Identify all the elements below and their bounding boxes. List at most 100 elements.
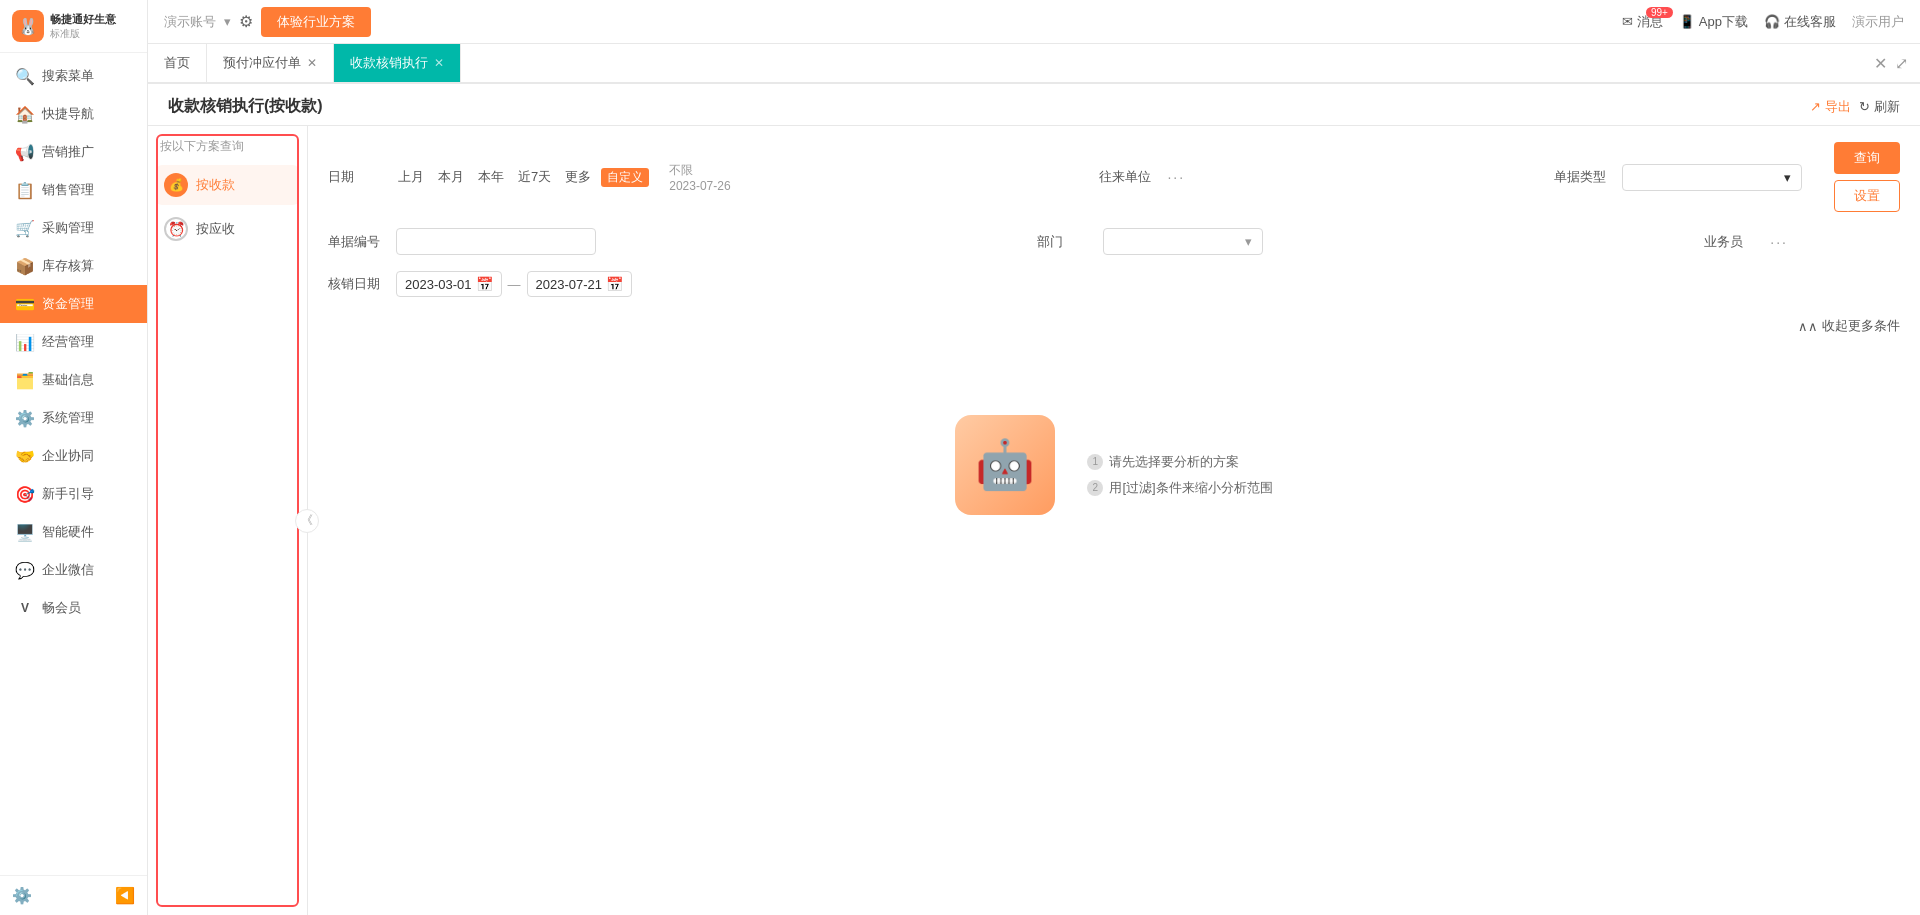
sidebar-item-system[interactable]: ⚙️ 系统管理 bbox=[0, 399, 147, 437]
tip-num-1: 1 bbox=[1087, 454, 1103, 470]
dept-select[interactable]: ▾ bbox=[1103, 228, 1263, 255]
sidebar-item-sales[interactable]: 📋 销售管理 bbox=[0, 171, 147, 209]
date-more[interactable]: 更多 bbox=[561, 166, 595, 188]
date-hint-val: 2023-07-26 bbox=[669, 179, 730, 193]
verify-start-value: 2023-03-01 bbox=[405, 277, 472, 292]
tab-collection[interactable]: 收款核销执行 ✕ bbox=[334, 44, 461, 82]
calendar-end-icon[interactable]: 📅 bbox=[606, 276, 623, 292]
tab-prepay[interactable]: 预付冲应付单 ✕ bbox=[207, 44, 334, 82]
verify-date-end-input[interactable]: 2023-07-21 📅 bbox=[527, 271, 633, 297]
refresh-btn[interactable]: ↻ 刷新 bbox=[1859, 98, 1900, 116]
sidebar-item-smart-hw[interactable]: 🖥️ 智能硬件 bbox=[0, 513, 147, 551]
enterprise-icon: 🤝 bbox=[16, 447, 34, 465]
tip-text-1: 请先选择要分析的方案 bbox=[1109, 449, 1239, 475]
page-title: 收款核销执行(按收款) bbox=[168, 96, 323, 117]
collapse-filter-btn[interactable]: 《 bbox=[295, 509, 319, 533]
header-left: 演示账号 ▾ ⚙ 体验行业方案 bbox=[164, 7, 371, 37]
logo-area: 🐰 畅捷通好生意 标准版 bbox=[0, 0, 147, 53]
staff-dots[interactable]: ··· bbox=[1770, 234, 1788, 250]
sidebar-item-quick-nav[interactable]: 🏠 快捷导航 bbox=[0, 95, 147, 133]
sidebar-item-wecom[interactable]: 💬 企业微信 bbox=[0, 551, 147, 589]
verify-date-start-input[interactable]: 2023-03-01 📅 bbox=[396, 271, 502, 297]
collapse-sidebar-icon[interactable]: ◀️ bbox=[115, 886, 135, 905]
sidebar-item-marketing[interactable]: 📢 营销推广 bbox=[0, 133, 147, 171]
tab-close-all-icon[interactable]: ✕ bbox=[1874, 54, 1887, 73]
collapse-more-btn[interactable]: ∧∧ 收起更多条件 bbox=[1798, 313, 1900, 339]
refresh-label: 刷新 bbox=[1874, 98, 1900, 116]
top-header: 演示账号 ▾ ⚙ 体验行业方案 ✉ 消息 99+ 📱 App下载 🎧 在线客服 … bbox=[148, 0, 1920, 44]
dept-label: 部门 bbox=[1037, 233, 1087, 251]
tab-home[interactable]: 首页 bbox=[148, 44, 207, 82]
page-header-actions: ↗ 导出 ↻ 刷新 bbox=[1810, 98, 1900, 116]
filter-option-receivable-label: 按应收 bbox=[196, 220, 235, 238]
sidebar-item-label: 基础信息 bbox=[42, 371, 94, 389]
date-label: 日期 bbox=[328, 168, 378, 186]
counterpart-label: 往来单位 bbox=[1099, 168, 1151, 186]
sidebar-item-label: 资金管理 bbox=[42, 295, 94, 313]
export-btn[interactable]: ↗ 导出 bbox=[1810, 98, 1851, 116]
tip-num-2: 2 bbox=[1087, 480, 1103, 496]
sidebar-item-enterprise[interactable]: 🤝 企业协同 bbox=[0, 437, 147, 475]
sidebar-item-label: 畅会员 bbox=[42, 599, 81, 617]
marketing-icon: 📢 bbox=[16, 143, 34, 161]
refresh-icon: ↻ bbox=[1859, 99, 1870, 114]
date-last-month[interactable]: 上月 bbox=[394, 166, 428, 188]
sidebar-item-label: 企业协同 bbox=[42, 447, 94, 465]
header-gear-icon[interactable]: ⚙ bbox=[239, 12, 253, 31]
inventory-icon: 📦 bbox=[16, 257, 34, 275]
dropdown-icon[interactable]: ▾ bbox=[224, 14, 231, 29]
date-this-month[interactable]: 本月 bbox=[434, 166, 468, 188]
filter-row-2: 单据编号 部门 ▾ 业务员 ··· bbox=[328, 228, 1900, 255]
app-download-btn[interactable]: 📱 App下载 bbox=[1679, 13, 1748, 31]
collapse-more-label: 收起更多条件 bbox=[1822, 317, 1900, 335]
query-button[interactable]: 查询 bbox=[1834, 142, 1900, 174]
sidebar-item-label: 库存核算 bbox=[42, 257, 94, 275]
filter-sidebar: 按以下方案查询 💰 按收款 ⏰ 按应收 《 bbox=[148, 126, 308, 915]
filter-option-by-receivable[interactable]: ⏰ 按应收 bbox=[156, 209, 299, 249]
tip-text-2: 用[过滤]条件来缩小分析范围 bbox=[1109, 475, 1272, 501]
sidebar-item-label: 系统管理 bbox=[42, 409, 94, 427]
sidebar-item-member[interactable]: V 畅会员 bbox=[0, 589, 147, 627]
logo-subtitle: 标准版 bbox=[50, 27, 116, 41]
newbie-icon: 🎯 bbox=[16, 485, 34, 503]
messages-badge: 99+ bbox=[1646, 7, 1673, 18]
service-btn[interactable]: 🎧 在线客服 bbox=[1764, 13, 1836, 31]
wecom-icon: 💬 bbox=[16, 561, 34, 579]
sidebar-item-newbie[interactable]: 🎯 新手引导 bbox=[0, 475, 147, 513]
sidebar-item-purchase[interactable]: 🛒 采购管理 bbox=[0, 209, 147, 247]
company-name: 演示账号 bbox=[164, 13, 216, 31]
tab-prepay-label: 预付冲应付单 bbox=[223, 54, 301, 72]
doc-number-input[interactable] bbox=[396, 228, 596, 255]
settings-icon[interactable]: ⚙️ bbox=[12, 886, 32, 905]
filter-row-1: 日期 上月 本月 本年 近7天 更多 自定义 不限 2023-07-26 bbox=[328, 142, 1900, 212]
collapse-more-wrapper: ∧∧ 收起更多条件 bbox=[328, 313, 1900, 339]
messages-btn[interactable]: ✉ 消息 99+ bbox=[1622, 13, 1663, 31]
empty-tip-1: 1 请先选择要分析的方案 bbox=[1087, 449, 1272, 475]
calendar-start-icon[interactable]: 📅 bbox=[476, 276, 493, 292]
logo-text-block: 畅捷通好生意 标准版 bbox=[50, 12, 116, 41]
sidebar-item-inventory[interactable]: 📦 库存核算 bbox=[0, 247, 147, 285]
counterpart-dots[interactable]: ··· bbox=[1167, 169, 1185, 185]
sidebar-item-business[interactable]: 📊 经营管理 bbox=[0, 323, 147, 361]
sidebar-item-basic-info[interactable]: 🗂️ 基础信息 bbox=[0, 361, 147, 399]
empty-tips: 1 请先选择要分析的方案 2 用[过滤]条件来缩小分析范围 bbox=[1087, 449, 1272, 501]
basic-info-icon: 🗂️ bbox=[16, 371, 34, 389]
date-this-year[interactable]: 本年 bbox=[474, 166, 508, 188]
tab-prepay-close[interactable]: ✕ bbox=[307, 56, 317, 70]
date-7days[interactable]: 近7天 bbox=[514, 166, 555, 188]
sidebar-item-finance[interactable]: 💳 资金管理 bbox=[0, 285, 147, 323]
filter-option-by-collection[interactable]: 💰 按收款 bbox=[156, 165, 299, 205]
doc-number-label: 单据编号 bbox=[328, 233, 380, 251]
settings-button[interactable]: 设置 bbox=[1834, 180, 1900, 212]
tab-maximize-icon[interactable]: ⤢ bbox=[1895, 54, 1908, 73]
sidebar-item-search-menu[interactable]: 🔍 搜索菜单 bbox=[0, 57, 147, 95]
tab-collection-close[interactable]: ✕ bbox=[434, 56, 444, 70]
system-icon: ⚙️ bbox=[16, 409, 34, 427]
user-name: 演示用户 bbox=[1852, 13, 1904, 31]
doc-type-select[interactable]: ▾ bbox=[1622, 164, 1802, 191]
verify-end-value: 2023-07-21 bbox=[536, 277, 603, 292]
sidebar-item-label: 采购管理 bbox=[42, 219, 94, 237]
industry-btn[interactable]: 体验行业方案 bbox=[261, 7, 371, 37]
date-custom-tag[interactable]: 自定义 bbox=[601, 168, 649, 187]
member-icon: V bbox=[16, 599, 34, 617]
